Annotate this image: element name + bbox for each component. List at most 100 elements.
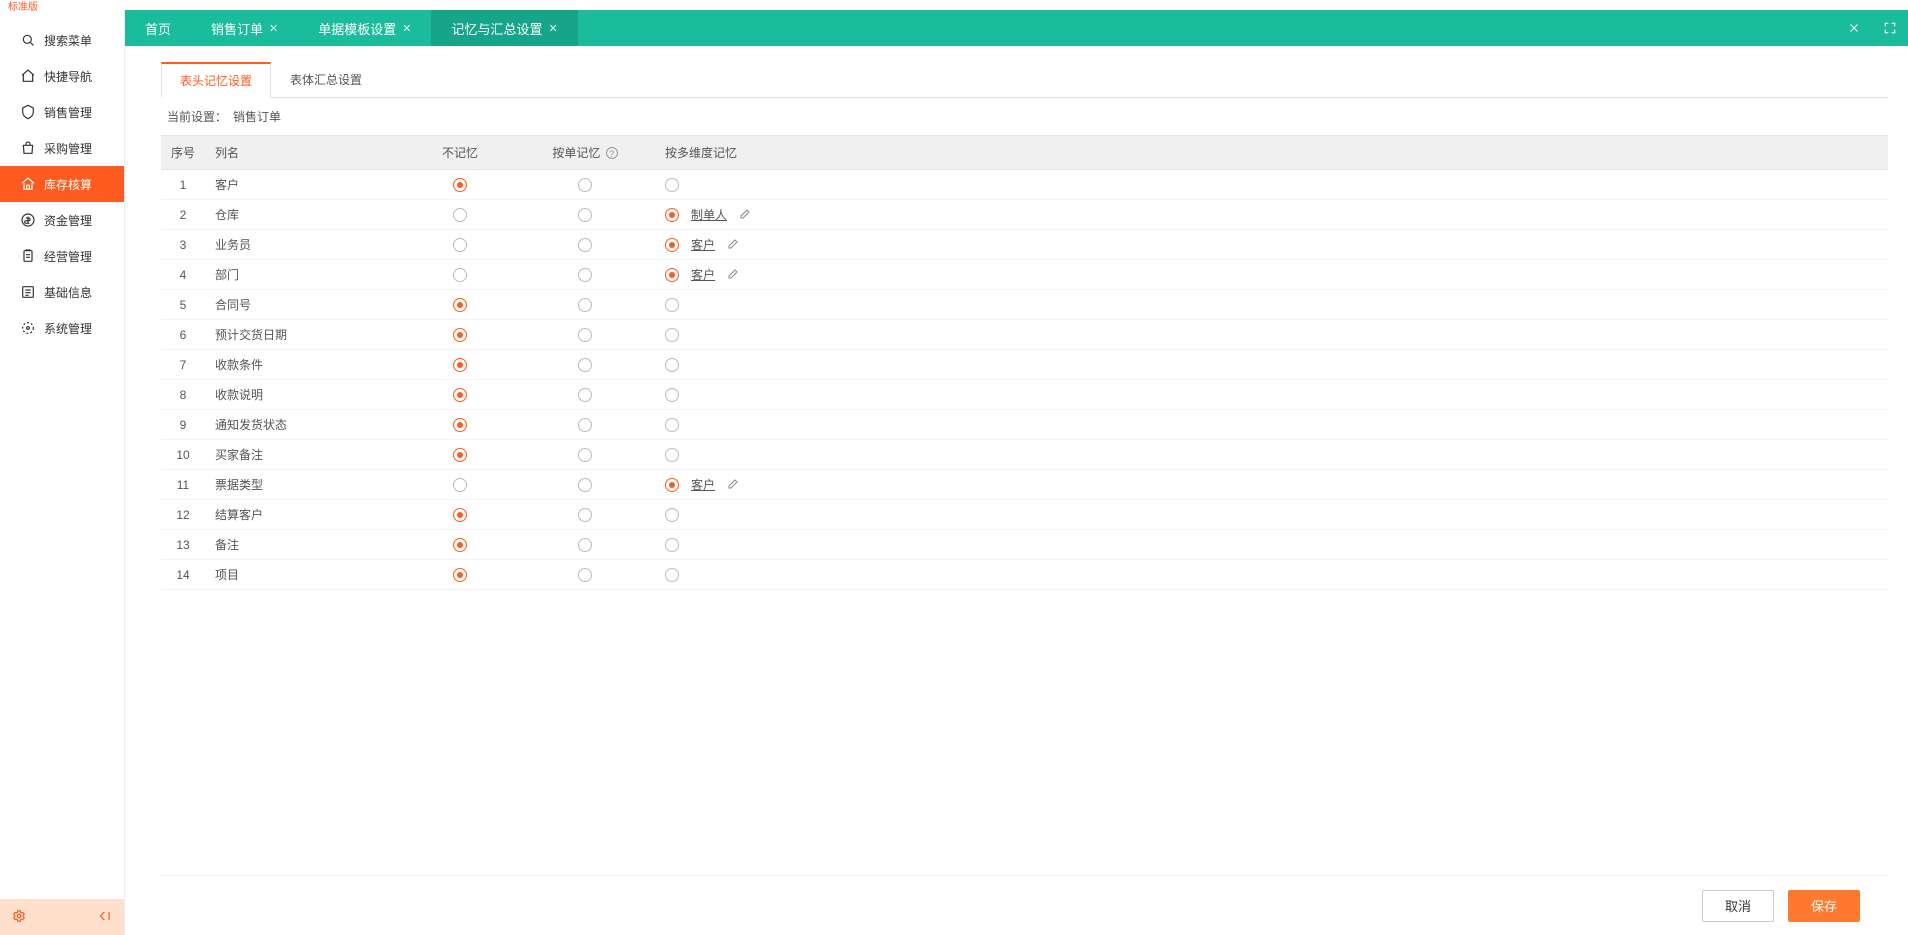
cell-name: 仓库 <box>205 200 405 230</box>
table-row: 4部门客户 <box>161 260 1888 290</box>
gear-icon[interactable] <box>12 909 26 926</box>
cell-by-order <box>515 200 655 230</box>
radio-no_mem[interactable] <box>453 298 467 312</box>
cell-no-mem <box>405 350 515 380</box>
cell-by-order <box>515 170 655 200</box>
radio-by_dim[interactable] <box>665 508 679 522</box>
sidebar-item-label: 经营管理 <box>44 248 92 265</box>
tab-3[interactable]: 记忆与汇总设置✕ <box>431 10 577 46</box>
radio-by_order[interactable] <box>578 568 592 582</box>
radio-by_dim[interactable] <box>665 478 679 492</box>
table-row: 7收款条件 <box>161 350 1888 380</box>
subtab-1[interactable]: 表体汇总设置 <box>271 62 381 98</box>
tab-0[interactable]: 首页 <box>125 10 191 46</box>
dim-link[interactable]: 客户 <box>691 236 715 253</box>
radio-by_order[interactable] <box>578 508 592 522</box>
save-button[interactable]: 保存 <box>1788 890 1860 922</box>
radio-by_dim[interactable] <box>665 268 679 282</box>
radio-by_order[interactable] <box>578 388 592 402</box>
radio-by_dim[interactable] <box>665 238 679 252</box>
close-icon[interactable]: ✕ <box>402 22 411 35</box>
subtab-0[interactable]: 表头记忆设置 <box>161 62 271 98</box>
radio-by_dim[interactable] <box>665 448 679 462</box>
cell-name: 结算客户 <box>205 500 405 530</box>
cell-seq: 11 <box>161 470 205 500</box>
radio-by_order[interactable] <box>578 418 592 432</box>
sidebar-item-label: 系统管理 <box>44 320 92 337</box>
radio-no_mem[interactable] <box>453 208 467 222</box>
radio-by_dim[interactable] <box>665 208 679 222</box>
sidebar-item-label: 销售管理 <box>44 104 92 121</box>
th-seq: 序号 <box>161 136 205 170</box>
sidebar-item-8[interactable]: 系统管理 <box>0 310 124 346</box>
radio-by_dim[interactable] <box>665 388 679 402</box>
radio-by_order[interactable] <box>578 268 592 282</box>
cell-no-mem <box>405 230 515 260</box>
cell-no-mem <box>405 320 515 350</box>
th-no-mem: 不记忆 <box>405 136 515 170</box>
edit-icon[interactable] <box>727 238 741 252</box>
radio-no_mem[interactable] <box>453 178 467 192</box>
radio-by_order[interactable] <box>578 328 592 342</box>
sidebar-item-0[interactable]: 搜索菜单 <box>0 22 124 58</box>
radio-by_order[interactable] <box>578 478 592 492</box>
table-row: 9通知发货状态 <box>161 410 1888 440</box>
radio-no_mem[interactable] <box>453 358 467 372</box>
radio-no_mem[interactable] <box>453 268 467 282</box>
radio-no_mem[interactable] <box>453 448 467 462</box>
help-icon[interactable]: ? <box>606 147 618 159</box>
dim-link[interactable]: 客户 <box>691 476 715 493</box>
radio-by_order[interactable] <box>578 178 592 192</box>
radio-no_mem[interactable] <box>453 538 467 552</box>
cell-no-mem <box>405 410 515 440</box>
close-tab-button[interactable] <box>1836 10 1872 46</box>
radio-by_dim[interactable] <box>665 538 679 552</box>
radio-by_dim[interactable] <box>665 358 679 372</box>
sidebar-item-1[interactable]: 快捷导航 <box>0 58 124 94</box>
sidebar-item-4[interactable]: 库存核算 <box>0 166 124 202</box>
radio-by_order[interactable] <box>578 208 592 222</box>
radio-by_dim[interactable] <box>665 418 679 432</box>
dim-link[interactable]: 制单人 <box>691 206 727 223</box>
sidebar-item-2[interactable]: 销售管理 <box>0 94 124 130</box>
dim-link[interactable]: 客户 <box>691 266 715 283</box>
edit-icon[interactable] <box>727 268 741 282</box>
radio-by_dim[interactable] <box>665 568 679 582</box>
close-icon[interactable]: ✕ <box>269 22 278 35</box>
sidebar-item-7[interactable]: 基础信息 <box>0 274 124 310</box>
edit-icon[interactable] <box>739 208 753 222</box>
cell-by-order <box>515 560 655 590</box>
radio-by_order[interactable] <box>578 298 592 312</box>
tab-label: 首页 <box>145 19 171 38</box>
cell-seq: 8 <box>161 380 205 410</box>
radio-by_order[interactable] <box>578 448 592 462</box>
collapse-icon[interactable] <box>98 909 112 926</box>
radio-no_mem[interactable] <box>453 388 467 402</box>
sidebar-item-5[interactable]: 资金管理 <box>0 202 124 238</box>
radio-by_order[interactable] <box>578 238 592 252</box>
cell-by-dim <box>655 320 1888 350</box>
sidebar-item-6[interactable]: 经营管理 <box>0 238 124 274</box>
radio-no_mem[interactable] <box>453 418 467 432</box>
radio-no_mem[interactable] <box>453 238 467 252</box>
cancel-button[interactable]: 取消 <box>1702 890 1774 922</box>
table-row: 5合同号 <box>161 290 1888 320</box>
radio-no_mem[interactable] <box>453 478 467 492</box>
tab-1[interactable]: 销售订单✕ <box>191 10 298 46</box>
radio-no_mem[interactable] <box>453 568 467 582</box>
cell-no-mem <box>405 200 515 230</box>
radio-no_mem[interactable] <box>453 508 467 522</box>
radio-by_dim[interactable] <box>665 298 679 312</box>
radio-by_order[interactable] <box>578 358 592 372</box>
close-icon[interactable]: ✕ <box>549 22 558 35</box>
tab-2[interactable]: 单据模板设置✕ <box>298 10 431 46</box>
radio-by_dim[interactable] <box>665 328 679 342</box>
radio-by_dim[interactable] <box>665 178 679 192</box>
radio-no_mem[interactable] <box>453 328 467 342</box>
radio-by_order[interactable] <box>578 538 592 552</box>
cell-name: 预计交货日期 <box>205 320 405 350</box>
cell-by-dim: 制单人 <box>655 200 1888 230</box>
sidebar-item-3[interactable]: 采购管理 <box>0 130 124 166</box>
edit-icon[interactable] <box>727 478 741 492</box>
fullscreen-button[interactable] <box>1872 10 1908 46</box>
